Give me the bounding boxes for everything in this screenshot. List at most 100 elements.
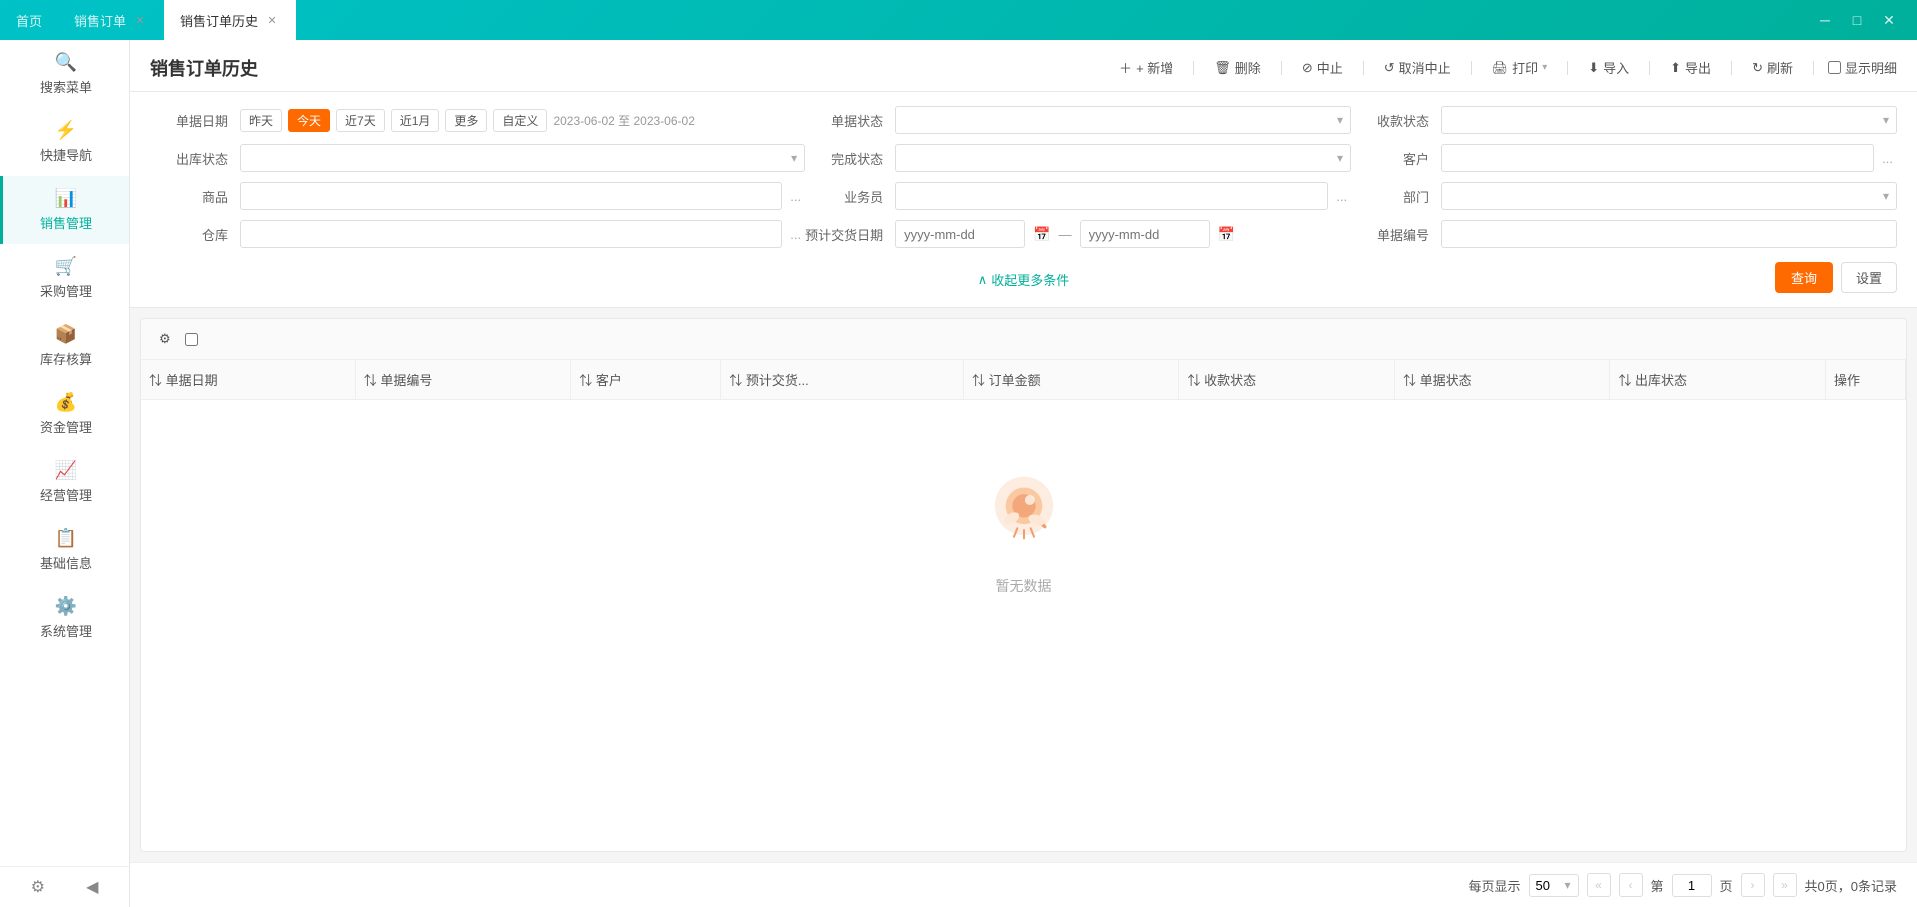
- page-title: 销售订单历史: [150, 55, 258, 81]
- order-status-label: 单据状态: [805, 111, 895, 130]
- add-icon: ＋: [1119, 58, 1132, 77]
- date-btn-yesterday[interactable]: 昨天: [240, 109, 282, 132]
- goods-ellipsis[interactable]: ...: [786, 185, 805, 208]
- tab-sales-history-label: 销售订单历史: [180, 11, 258, 30]
- stock-out-select[interactable]: [240, 144, 805, 172]
- cancel-stop-btn[interactable]: ↺ 取消中止: [1378, 54, 1457, 81]
- order-no-input[interactable]: [1441, 220, 1897, 248]
- table-settings-icon: ⚙: [159, 331, 171, 347]
- order-status-select[interactable]: [895, 106, 1351, 134]
- tab-sales-order[interactable]: 销售订单 ✕: [58, 0, 164, 40]
- date-btn-custom[interactable]: 自定义: [493, 109, 547, 132]
- table-settings-btn[interactable]: ⚙: [153, 327, 177, 351]
- th-customer[interactable]: ⇅ 客户: [571, 360, 721, 400]
- delete-label: 删除: [1235, 58, 1261, 77]
- add-btn[interactable]: ＋ + 新增: [1113, 54, 1179, 81]
- salesperson-input[interactable]: [895, 182, 1328, 210]
- print-btn[interactable]: 🖨 打印 ▾: [1486, 54, 1554, 81]
- quick-nav-icon: ⚡: [55, 120, 77, 141]
- settings-btn[interactable]: 设置: [1841, 262, 1897, 293]
- show-detail-input[interactable]: [1828, 61, 1841, 74]
- customer-ellipsis[interactable]: ...: [1878, 147, 1897, 170]
- sidebar-item-search-menu-label: 搜索菜单: [40, 77, 92, 96]
- sales-mgmt-icon: 📊: [55, 188, 77, 209]
- th-date-label: ⇅ 单据日期: [149, 373, 218, 388]
- tab-sales-history-close[interactable]: ✕: [264, 12, 280, 28]
- sidebar-item-sales-mgmt[interactable]: 📊 销售管理: [0, 176, 129, 244]
- tab-home-label: 首页: [16, 11, 42, 30]
- warehouse-input[interactable]: [240, 220, 782, 248]
- sidebar-item-inventory[interactable]: 📦 库存核算: [0, 312, 129, 380]
- th-date[interactable]: ⇅ 单据日期: [141, 360, 355, 400]
- date-btn-today[interactable]: 今天: [288, 109, 330, 132]
- receipt-status-select[interactable]: [1441, 106, 1897, 134]
- cancel-stop-icon: ↺: [1384, 60, 1395, 76]
- sidebar-item-basic-info-label: 基础信息: [40, 553, 92, 572]
- page-input[interactable]: [1672, 874, 1712, 897]
- th-receipt-status[interactable]: ⇅ 收款状态: [1179, 360, 1394, 400]
- sidebar-item-finance[interactable]: 💰 资金管理: [0, 380, 129, 448]
- next-page-btn[interactable]: ›: [1741, 873, 1765, 897]
- first-page-btn[interactable]: «: [1587, 873, 1611, 897]
- date-btn-1month[interactable]: 近1月: [391, 109, 440, 132]
- th-order-status[interactable]: ⇅ 单据状态: [1394, 360, 1609, 400]
- th-receipt-status-label: ⇅ 收款状态: [1187, 373, 1256, 388]
- sidebar: 🔍 搜索菜单 ⚡ 快捷导航 📊 销售管理 🛒 采购管理 📦 库存核算 💰 资金管…: [0, 40, 130, 907]
- th-stock-status[interactable]: ⇅ 出库状态: [1610, 360, 1826, 400]
- tab-sales-order-close[interactable]: ✕: [132, 12, 148, 28]
- sidebar-settings-icon[interactable]: ⚙: [31, 877, 45, 897]
- warehouse-ellipsis[interactable]: ...: [786, 223, 805, 246]
- collapse-up-icon: ∧: [978, 272, 988, 288]
- sidebar-item-operations[interactable]: 📈 经营管理: [0, 448, 129, 516]
- sidebar-item-basic-info[interactable]: 📋 基础信息: [0, 516, 129, 584]
- stop-label: 中止: [1317, 58, 1343, 77]
- th-expected-date-label: ⇅ 预计交货...: [729, 373, 808, 388]
- query-btn[interactable]: 查询: [1775, 262, 1833, 293]
- th-stock-status-label: ⇅ 出库状态: [1618, 373, 1687, 388]
- department-select[interactable]: [1441, 182, 1897, 210]
- complete-select[interactable]: [895, 144, 1351, 172]
- date-btn-7days[interactable]: 近7天: [336, 109, 385, 132]
- th-expected-date[interactable]: ⇅ 预计交货...: [721, 360, 964, 400]
- receipt-status-label: 收款状态: [1351, 111, 1441, 130]
- prev-page-btn[interactable]: ‹: [1619, 873, 1643, 897]
- collapse-btn[interactable]: ∧ 收起更多条件: [978, 270, 1070, 289]
- customer-label: 客户: [1351, 149, 1441, 168]
- stock-out-label: 出库状态: [150, 149, 240, 168]
- date-btn-more[interactable]: 更多: [445, 109, 487, 132]
- select-all-checkbox[interactable]: [185, 333, 198, 346]
- expected-date-from[interactable]: [895, 220, 1025, 248]
- filter-row-1: 单据日期 昨天 今天 近7天 近1月 更多 自定义 2023-06-02 至 2…: [150, 106, 1897, 134]
- export-btn[interactable]: ⬆ 导出: [1664, 54, 1717, 81]
- delete-btn[interactable]: 🗑 删除: [1208, 54, 1267, 81]
- tab-home[interactable]: 首页: [0, 0, 58, 40]
- sidebar-collapse-icon[interactable]: ◀: [86, 877, 98, 897]
- salesperson-ellipsis[interactable]: ...: [1332, 185, 1351, 208]
- sidebar-item-operations-label: 经营管理: [40, 485, 92, 504]
- page-size-select[interactable]: 20 50 100: [1529, 874, 1579, 897]
- filter-area: 单据日期 昨天 今天 近7天 近1月 更多 自定义 2023-06-02 至 2…: [130, 92, 1917, 308]
- sidebar-item-search-menu[interactable]: 🔍 搜索菜单: [0, 40, 129, 108]
- customer-input[interactable]: [1441, 144, 1874, 172]
- calendar-from-icon[interactable]: 📅: [1033, 226, 1050, 243]
- th-no[interactable]: ⇅ 单据编号: [355, 360, 570, 400]
- import-btn[interactable]: ⬇ 导入: [1582, 54, 1635, 81]
- show-detail-checkbox[interactable]: 显示明细: [1828, 58, 1897, 77]
- window-close-btn[interactable]: ✕: [1877, 8, 1901, 32]
- department-label: 部门: [1351, 187, 1441, 206]
- window-maximize-btn[interactable]: □: [1845, 8, 1869, 32]
- last-page-btn[interactable]: »: [1773, 873, 1797, 897]
- tab-sales-history[interactable]: 销售订单历史 ✕: [164, 0, 296, 40]
- window-minimize-btn[interactable]: ─: [1813, 8, 1837, 32]
- sep5: [1567, 61, 1568, 75]
- page-header: 销售订单历史 ＋ + 新增 🗑 删除 ⊘ 中止 ↺: [130, 40, 1917, 92]
- th-amount[interactable]: ⇅ 订单金额: [963, 360, 1178, 400]
- refresh-btn[interactable]: ↻ 刷新: [1746, 54, 1799, 81]
- goods-input[interactable]: [240, 182, 782, 210]
- sidebar-item-system[interactable]: ⚙️ 系统管理: [0, 584, 129, 652]
- stop-btn[interactable]: ⊘ 中止: [1296, 54, 1349, 81]
- expected-date-to[interactable]: [1080, 220, 1210, 248]
- sidebar-item-purchase-mgmt[interactable]: 🛒 采购管理: [0, 244, 129, 312]
- sidebar-item-quick-nav[interactable]: ⚡ 快捷导航: [0, 108, 129, 176]
- calendar-to-icon[interactable]: 📅: [1218, 226, 1235, 243]
